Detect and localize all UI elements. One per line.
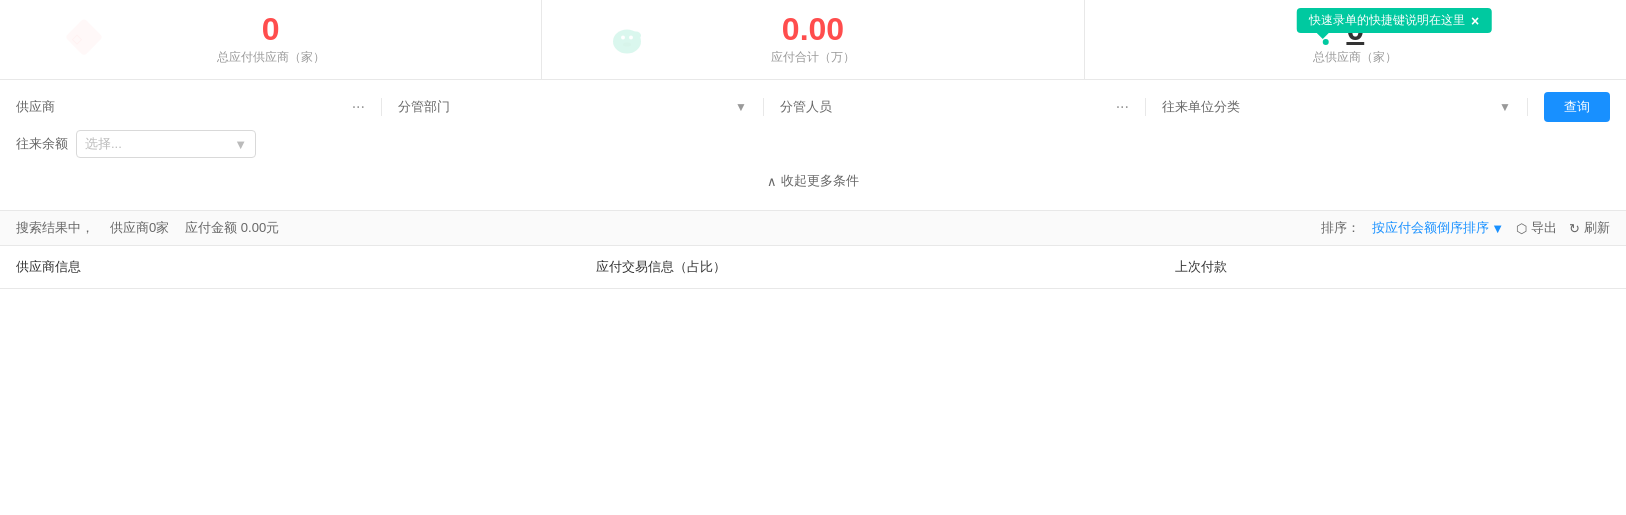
stat-label-payable-suppliers: 总应付供应商（家） (217, 49, 325, 66)
balance-placeholder: 选择... (85, 135, 122, 153)
export-icon: ⬡ (1516, 221, 1527, 236)
collapse-up-icon: ∧ (767, 174, 777, 189)
table-body (0, 289, 1626, 515)
result-bar: 搜索结果中， 供应商0家 应付金额 0.00元 排序： 按应付会额倒序排序 ▼ … (0, 211, 1626, 246)
stat-label-payable-amount: 应付合计（万） (771, 49, 855, 66)
stats-bar: ◇ 0 总应付供应商（家） 0.00 应付合计（万） 快速录单的快捷键说明在这里… (0, 0, 1626, 80)
filter-bar: 供应商 ··· 分管部门 ▼ 分管人员 ··· 往来单位分类 ▼ 查询 往来余额 (0, 80, 1626, 211)
unit-category-dropdown-icon[interactable]: ▼ (1499, 100, 1511, 114)
svg-point-4 (621, 35, 625, 39)
stat-label-total-suppliers: 总供应商（家） (1313, 49, 1397, 66)
balance-dropdown-icon: ▼ (234, 137, 247, 152)
supplier-input[interactable] (63, 100, 344, 115)
unit-category-input[interactable] (1248, 100, 1491, 115)
filter-row-2: 往来余额 选择... ▼ (16, 130, 1610, 162)
diamond-icon: ◇ (60, 14, 108, 65)
stat-total-payable-suppliers: ◇ 0 总应付供应商（家） (0, 0, 542, 79)
filter-supplier: 供应商 ··· (16, 98, 382, 116)
collapse-button[interactable]: ∧ 收起更多条件 (751, 168, 875, 194)
supplier-label: 供应商 (16, 98, 55, 116)
svg-point-5 (629, 35, 633, 39)
tooltip-close-btn[interactable]: × (1471, 13, 1479, 29)
stat-total-suppliers: 快速录单的快捷键说明在这里 × 0 总供应商（家） (1085, 0, 1626, 79)
col-header-trade-info: 应付交易信息（占比） (596, 258, 1176, 276)
result-payable-amount: 应付金额 0.00元 (185, 219, 279, 237)
svg-point-6 (623, 42, 631, 46)
refresh-icon: ↻ (1569, 221, 1580, 236)
svg-rect-0 (65, 18, 103, 56)
stat-total-payable-amount: 0.00 应付合计（万） (542, 0, 1084, 79)
shortcut-tooltip: 快速录单的快捷键说明在这里 × (1297, 8, 1491, 33)
query-button[interactable]: 查询 (1544, 92, 1610, 122)
refresh-button[interactable]: ↻ 刷新 (1569, 219, 1610, 237)
filter-department: 分管部门 ▼ (382, 98, 764, 116)
filter-person: 分管人员 ··· (764, 98, 1146, 116)
pig-icon (602, 13, 652, 66)
col-header-last-payment: 上次付款 (1175, 258, 1610, 276)
department-label: 分管部门 (398, 98, 450, 116)
balance-select[interactable]: 选择... ▼ (76, 130, 256, 158)
tooltip-dot (1321, 37, 1331, 47)
filter-unit-category: 往来单位分类 ▼ (1146, 98, 1528, 116)
sort-value[interactable]: 按应付会额倒序排序 ▼ (1372, 219, 1504, 237)
filter-row-1: 供应商 ··· 分管部门 ▼ 分管人员 ··· 往来单位分类 ▼ 查询 (16, 92, 1610, 122)
col-header-supplier-info: 供应商信息 (16, 258, 596, 276)
person-label: 分管人员 (780, 98, 832, 116)
result-supplier-count: 供应商0家 (110, 219, 169, 237)
balance-label: 往来余额 (16, 135, 68, 153)
sort-dropdown-icon: ▼ (1491, 221, 1504, 236)
result-search-prefix: 搜索结果中， (16, 219, 94, 237)
stat-number-payable-suppliers: 0 (262, 13, 280, 45)
table-header: 供应商信息 应付交易信息（占比） 上次付款 (0, 246, 1626, 289)
sort-label: 排序： (1321, 219, 1360, 237)
person-more-icon[interactable]: ··· (1116, 98, 1129, 116)
collapse-label: 收起更多条件 (781, 172, 859, 190)
person-input[interactable] (840, 100, 1108, 115)
result-actions: 排序： 按应付会额倒序排序 ▼ ⬡ 导出 ↻ 刷新 (1321, 219, 1610, 237)
tooltip-text: 快速录单的快捷键说明在这里 (1309, 12, 1465, 29)
supplier-more-icon[interactable]: ··· (352, 98, 365, 116)
department-input[interactable] (458, 100, 727, 115)
collapse-row: ∧ 收起更多条件 (16, 162, 1610, 202)
svg-text:◇: ◇ (72, 31, 82, 46)
unit-category-label: 往来单位分类 (1162, 98, 1240, 116)
query-btn-wrapper: 查询 (1528, 92, 1610, 122)
department-dropdown-icon[interactable]: ▼ (735, 100, 747, 114)
result-info: 搜索结果中， 供应商0家 应付金额 0.00元 (16, 219, 279, 237)
stat-number-payable-amount: 0.00 (782, 13, 844, 45)
export-button[interactable]: ⬡ 导出 (1516, 219, 1557, 237)
